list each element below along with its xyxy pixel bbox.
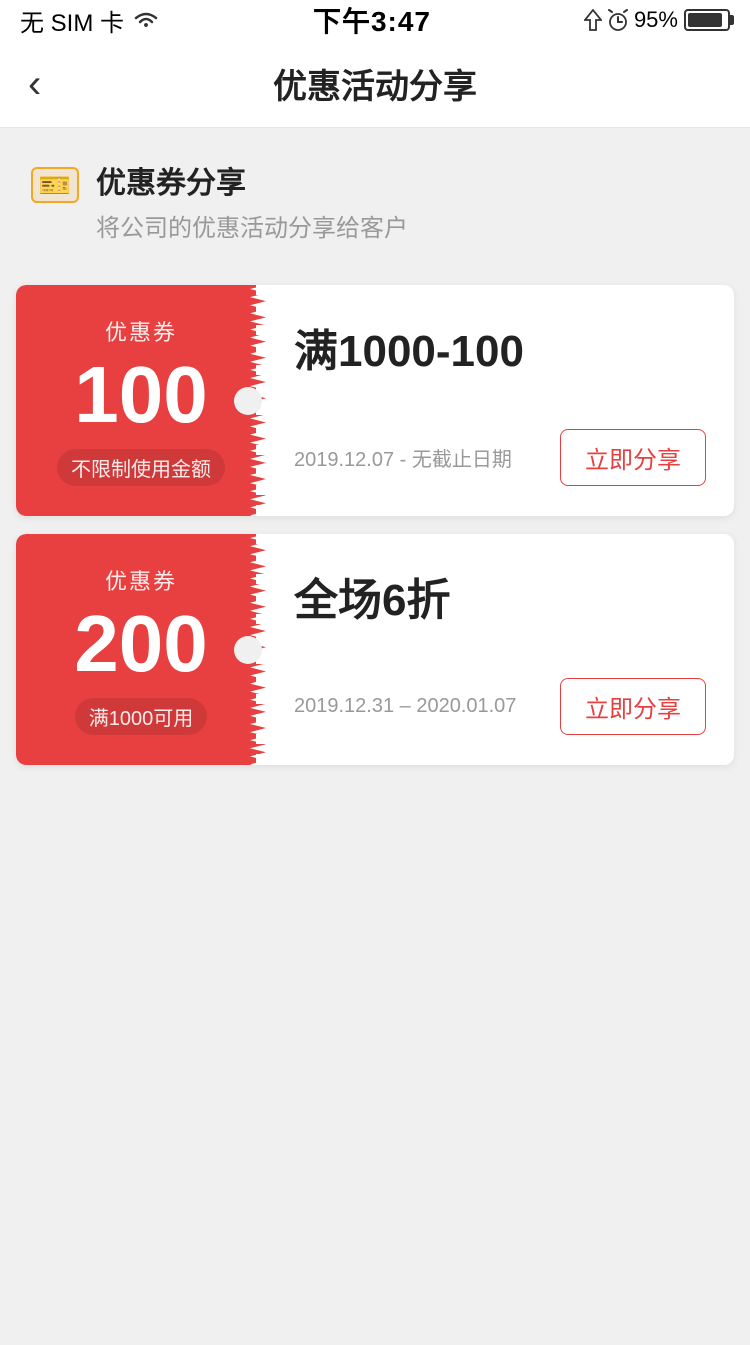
svg-text:🎫: 🎫 [39, 170, 71, 200]
battery-percent: 95% [634, 7, 678, 33]
battery-icon [684, 9, 730, 31]
coupon-card: 优惠券 200 满1000可用 全场6折 2019.12.31 – 2020.0… [16, 534, 734, 765]
back-button[interactable]: ‹ [28, 64, 41, 104]
section-title: 优惠券分享 [96, 158, 408, 202]
coupon-left: 优惠券 100 不限制使用金额 [16, 285, 266, 516]
coupon-name: 全场6折 [294, 564, 706, 628]
coupon-condition: 满1000可用 [75, 698, 208, 735]
alarm-icon [608, 9, 628, 31]
section-subtitle: 将公司的优惠活动分享给客户 [96, 208, 408, 243]
coupon-share-button[interactable]: 立即分享 [560, 678, 706, 735]
coupon-amount: 100 [74, 355, 207, 435]
status-time: 下午3:47 [313, 0, 431, 40]
coupon-bottom-row: 2019.12.07 - 无截止日期 立即分享 [294, 429, 706, 486]
coupon-share-button[interactable]: 立即分享 [560, 429, 706, 486]
coupon-condition: 不限制使用金额 [57, 449, 225, 486]
coupon-label: 优惠券 [105, 315, 177, 347]
page-title: 优惠活动分享 [273, 59, 477, 108]
status-left: 无 SIM 卡 [20, 3, 160, 38]
carrier-label: 无 SIM 卡 [20, 3, 124, 38]
coupon-right: 满1000-100 2019.12.07 - 无截止日期 立即分享 [266, 285, 734, 516]
coupon-amount: 200 [74, 604, 207, 684]
coupon-separator-top [234, 387, 262, 415]
section-header: 🎫 优惠券分享 将公司的优惠活动分享给客户 [0, 128, 750, 259]
coupon-separator-top [234, 636, 262, 664]
coupon-right: 全场6折 2019.12.31 – 2020.01.07 立即分享 [266, 534, 734, 765]
wifi-icon [132, 9, 160, 31]
location-icon [584, 9, 602, 31]
coupon-left: 优惠券 200 满1000可用 [16, 534, 266, 765]
status-right: 95% [584, 7, 730, 33]
status-bar: 无 SIM 卡 下午3:47 95% [0, 0, 750, 40]
coupon-list: 优惠券 100 不限制使用金额 满1000-100 2019.12.07 - 无… [0, 259, 750, 765]
section-text-group: 优惠券分享 将公司的优惠活动分享给客户 [96, 158, 408, 243]
coupon-name: 满1000-100 [294, 315, 706, 379]
coupon-card: 优惠券 100 不限制使用金额 满1000-100 2019.12.07 - 无… [16, 285, 734, 516]
coupon-label: 优惠券 [105, 564, 177, 596]
coupon-date: 2019.12.07 - 无截止日期 [294, 443, 512, 472]
coupon-date: 2019.12.31 – 2020.01.07 [294, 695, 516, 718]
section-icon: 🎫 [30, 160, 80, 210]
nav-bar: ‹ 优惠活动分享 [0, 40, 750, 128]
coupon-bottom-row: 2019.12.31 – 2020.01.07 立即分享 [294, 678, 706, 735]
empty-area [0, 765, 750, 1345]
